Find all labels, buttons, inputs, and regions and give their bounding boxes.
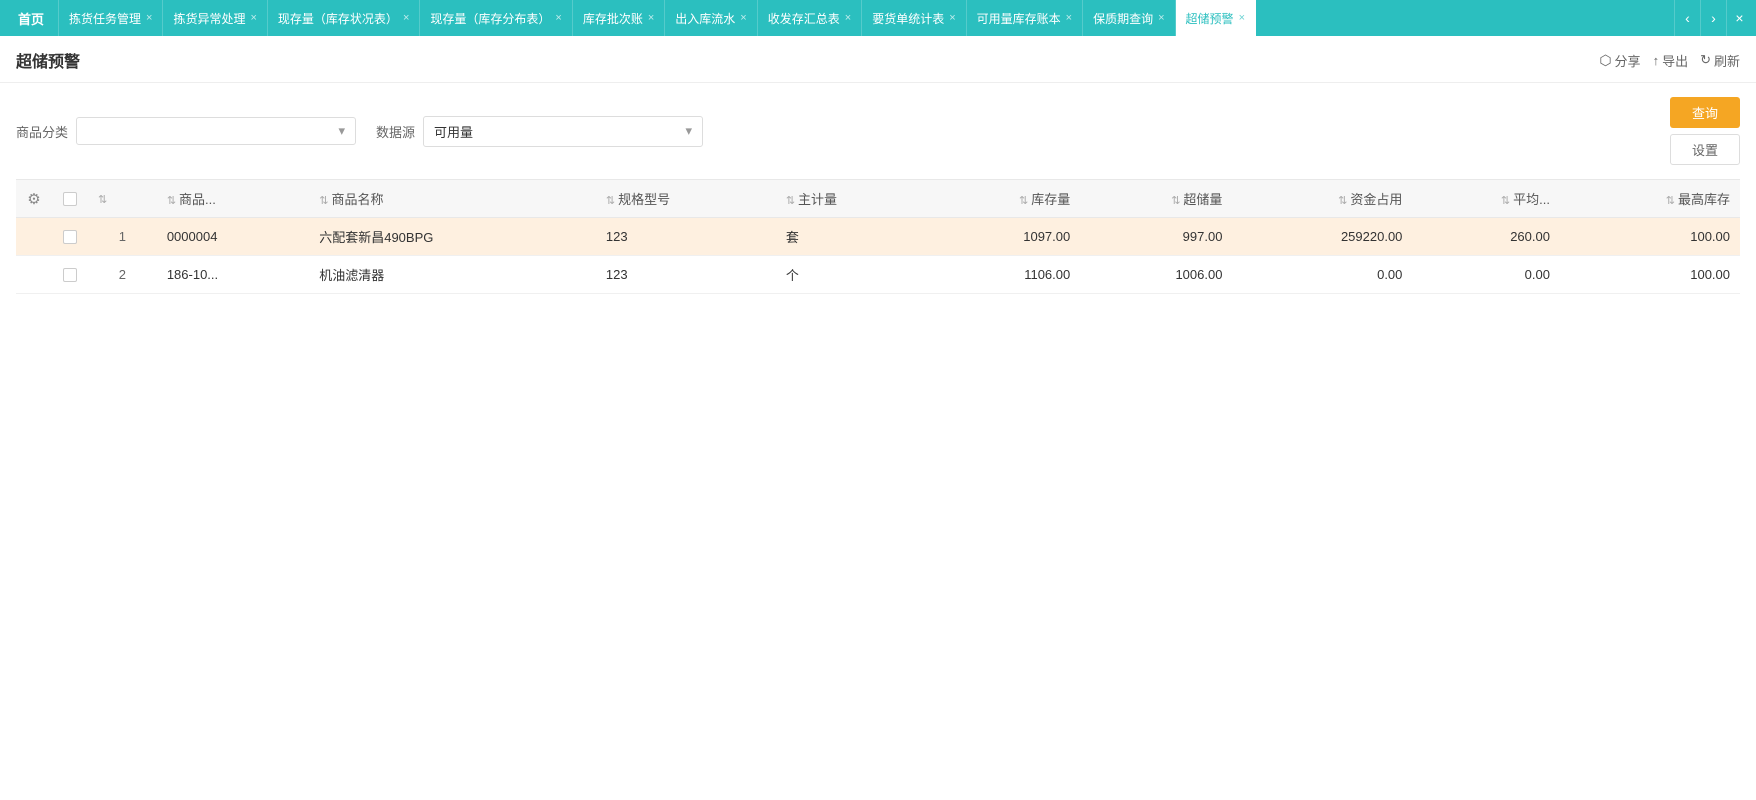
nav-tab-1[interactable]: 拣货任务管理 × bbox=[59, 0, 163, 36]
close-tab-10-icon[interactable]: × bbox=[1158, 12, 1164, 24]
gear-icon[interactable]: ⚙ bbox=[27, 190, 40, 208]
close-tab-7-icon[interactable]: × bbox=[845, 12, 851, 24]
close-tab-8-icon[interactable]: × bbox=[949, 12, 955, 24]
table-header-row: ⚙ 商品... 商品名称 规格型号 主计量 库存量 超储量 资金占用 平均...… bbox=[16, 180, 1740, 218]
td-avg-1: 0.00 bbox=[1412, 256, 1560, 294]
row-checkbox-1[interactable] bbox=[63, 268, 77, 282]
td-capital-occ-1: 0.00 bbox=[1232, 256, 1412, 294]
td-over-qty-1: 1006.00 bbox=[1080, 256, 1232, 294]
nav-tab-9[interactable]: 可用量库存账本 × bbox=[967, 0, 1083, 36]
datasource-select-value: 可用量 bbox=[434, 122, 473, 141]
td-rownum-0: 1 bbox=[88, 218, 157, 256]
close-tab-3-icon[interactable]: × bbox=[403, 12, 409, 24]
share-button[interactable]: ⬡ 分享 bbox=[1599, 51, 1640, 70]
table-row: 2 186-10... 机油滤清器 123 个 1106.00 1006.00 … bbox=[16, 256, 1740, 294]
nav-arrows: ‹ › × bbox=[1674, 0, 1752, 36]
th-capital-occ[interactable]: 资金占用 bbox=[1232, 180, 1412, 218]
td-sku-name-1: 机油滤清器 bbox=[309, 256, 596, 294]
td-max-stock-0: 100.00 bbox=[1560, 218, 1740, 256]
close-tab-5-icon[interactable]: × bbox=[648, 12, 654, 24]
td-checkbox-0[interactable] bbox=[52, 218, 88, 256]
nav-tab-6[interactable]: 出入库流水 × bbox=[665, 0, 757, 36]
td-rownum-1: 2 bbox=[88, 256, 157, 294]
th-row-num bbox=[88, 180, 157, 218]
td-unit-0: 套 bbox=[776, 218, 928, 256]
nav-home[interactable]: 首页 bbox=[4, 0, 59, 36]
th-max-stock[interactable]: 最高库存 bbox=[1560, 180, 1740, 218]
share-icon: ⬡ bbox=[1599, 52, 1611, 69]
header-actions: ⬡ 分享 ↑ 导出 ↻ 刷新 bbox=[1599, 51, 1740, 70]
close-tab-2-icon[interactable]: × bbox=[250, 12, 256, 24]
datasource-filter: 数据源 可用量 ▾ bbox=[376, 116, 703, 147]
th-gear[interactable]: ⚙ bbox=[16, 180, 52, 218]
td-unit-1: 个 bbox=[776, 256, 928, 294]
top-nav: 首页 拣货任务管理 × 拣货异常处理 × 现存量（库存状况表） × 现存量（库存… bbox=[0, 0, 1756, 36]
td-stock-qty-0: 1097.00 bbox=[928, 218, 1080, 256]
refresh-button[interactable]: ↻ 刷新 bbox=[1700, 51, 1740, 70]
datasource-select[interactable]: 可用量 ▾ bbox=[423, 116, 703, 147]
nav-tab-8[interactable]: 要货单统计表 × bbox=[862, 0, 966, 36]
td-sku-code-0: 0000004 bbox=[157, 218, 309, 256]
nav-tab-5[interactable]: 库存批次账 × bbox=[573, 0, 665, 36]
nav-tab-3[interactable]: 现存量（库存状况表） × bbox=[268, 0, 420, 36]
td-avg-0: 260.00 bbox=[1412, 218, 1560, 256]
th-sku-code[interactable]: 商品... bbox=[157, 180, 309, 218]
export-icon: ↑ bbox=[1653, 53, 1660, 68]
datasource-label: 数据源 bbox=[376, 122, 415, 141]
page-header: 超储预警 ⬡ 分享 ↑ 导出 ↻ 刷新 bbox=[0, 36, 1756, 83]
close-tab-1-icon[interactable]: × bbox=[146, 12, 152, 24]
datasource-dropdown-icon: ▾ bbox=[686, 123, 693, 139]
nav-prev-icon[interactable]: ‹ bbox=[1674, 0, 1700, 36]
td-checkbox-1[interactable] bbox=[52, 256, 88, 294]
th-avg[interactable]: 平均... bbox=[1412, 180, 1560, 218]
close-tab-6-icon[interactable]: × bbox=[740, 12, 746, 24]
nav-tab-7[interactable]: 收发存汇总表 × bbox=[758, 0, 862, 36]
th-spec[interactable]: 规格型号 bbox=[596, 180, 776, 218]
category-select[interactable]: ▾ bbox=[76, 117, 356, 145]
th-stock-qty[interactable]: 库存量 bbox=[928, 180, 1080, 218]
th-over-qty[interactable]: 超储量 bbox=[1080, 180, 1232, 218]
td-max-stock-1: 100.00 bbox=[1560, 256, 1740, 294]
table-wrapper: ⚙ 商品... 商品名称 规格型号 主计量 库存量 超储量 资金占用 平均...… bbox=[0, 179, 1756, 294]
settings-button[interactable]: 设置 bbox=[1670, 134, 1740, 165]
td-gear-0 bbox=[16, 218, 52, 256]
th-checkbox[interactable] bbox=[52, 180, 88, 218]
data-table: ⚙ 商品... 商品名称 规格型号 主计量 库存量 超储量 资金占用 平均...… bbox=[16, 179, 1740, 294]
close-tab-9-icon[interactable]: × bbox=[1066, 12, 1072, 24]
page-title: 超储预警 bbox=[16, 48, 80, 72]
category-filter: 商品分类 ▾ bbox=[16, 117, 356, 145]
query-button[interactable]: 查询 bbox=[1670, 97, 1740, 128]
td-stock-qty-1: 1106.00 bbox=[928, 256, 1080, 294]
nav-tab-11[interactable]: 超储预警 × bbox=[1176, 0, 1256, 36]
td-over-qty-0: 997.00 bbox=[1080, 218, 1232, 256]
nav-tab-4[interactable]: 现存量（库存分布表） × bbox=[420, 0, 572, 36]
filter-bar: 商品分类 ▾ 数据源 可用量 ▾ 查询 设置 bbox=[0, 83, 1756, 179]
nav-tab-10[interactable]: 保质期查询 × bbox=[1083, 0, 1175, 36]
nav-next-icon[interactable]: › bbox=[1700, 0, 1726, 36]
td-spec-1: 123 bbox=[596, 256, 776, 294]
close-tab-11-icon[interactable]: × bbox=[1239, 12, 1245, 24]
category-label: 商品分类 bbox=[16, 122, 68, 141]
close-tab-4-icon[interactable]: × bbox=[555, 12, 561, 24]
header-checkbox[interactable] bbox=[63, 192, 77, 206]
refresh-icon: ↻ bbox=[1700, 52, 1711, 68]
nav-tab-2[interactable]: 拣货异常处理 × bbox=[163, 0, 267, 36]
td-gear-1 bbox=[16, 256, 52, 294]
nav-close-all-icon[interactable]: × bbox=[1726, 0, 1752, 36]
th-sku-name[interactable]: 商品名称 bbox=[309, 180, 596, 218]
row-checkbox-0[interactable] bbox=[63, 230, 77, 244]
td-sku-name-0: 六配套新昌490BPG bbox=[309, 218, 596, 256]
page-container: 超储预警 ⬡ 分享 ↑ 导出 ↻ 刷新 商品分类 ▾ 数据源 bbox=[0, 36, 1756, 800]
export-button[interactable]: ↑ 导出 bbox=[1653, 51, 1689, 70]
category-dropdown-icon: ▾ bbox=[338, 123, 345, 139]
td-spec-0: 123 bbox=[596, 218, 776, 256]
th-unit[interactable]: 主计量 bbox=[776, 180, 928, 218]
td-sku-code-1: 186-10... bbox=[157, 256, 309, 294]
filter-buttons: 查询 设置 bbox=[1670, 97, 1740, 165]
td-capital-occ-0: 259220.00 bbox=[1232, 218, 1412, 256]
table-row: 1 0000004 六配套新昌490BPG 123 套 1097.00 997.… bbox=[16, 218, 1740, 256]
